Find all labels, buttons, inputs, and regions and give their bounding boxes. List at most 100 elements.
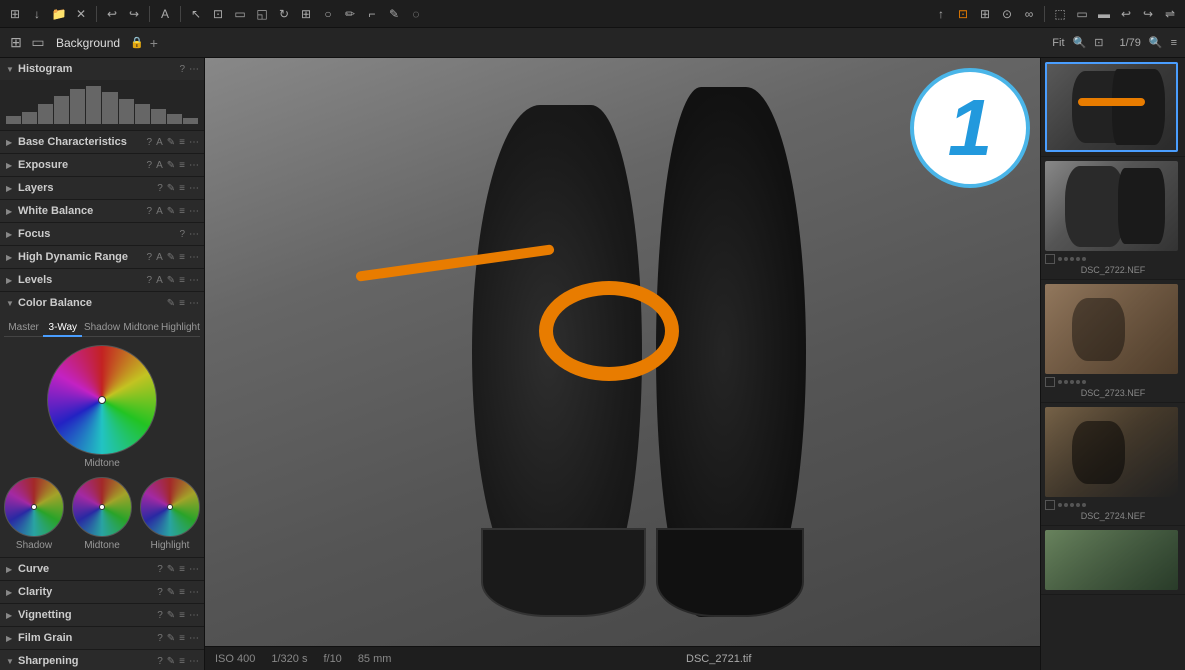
undo-icon[interactable]: ↩ — [103, 5, 121, 23]
panel-header-color-balance[interactable]: ▼ Color Balance ✎ ≡ ⋯ — [0, 292, 204, 314]
highlight-color-wheel[interactable] — [140, 477, 200, 537]
clarity-list-icon[interactable]: ≡ — [178, 587, 186, 598]
tab-master[interactable]: Master — [4, 320, 43, 337]
sharp-menu-icon[interactable]: ⋯ — [188, 656, 200, 667]
sharp-edit-icon[interactable]: ✎ — [166, 656, 176, 667]
folder-icon[interactable]: 📁 — [50, 5, 68, 23]
base-help-icon[interactable]: ? — [146, 137, 154, 148]
thumbnail-item-3[interactable]: DSC_2723.NEF — [1041, 280, 1185, 403]
hdr-A-icon[interactable]: A — [155, 252, 164, 263]
hdr-help-icon[interactable]: ? — [146, 252, 154, 263]
hdr-list-icon[interactable]: ≡ — [178, 252, 186, 263]
vignetting-edit-icon[interactable]: ✎ — [166, 610, 176, 621]
infinity-icon[interactable]: ∞ — [1020, 5, 1038, 23]
fg-list-icon[interactable]: ≡ — [178, 633, 186, 644]
layer-lock-icon[interactable]: 🔒 — [130, 36, 144, 49]
grid-icon[interactable]: ⊞ — [976, 5, 994, 23]
layers-edit-icon[interactable]: ✎ — [166, 183, 176, 194]
levels-menu-icon[interactable]: ⋯ — [188, 275, 200, 286]
base-edit-icon[interactable]: ✎ — [166, 137, 176, 148]
exposure-help-icon[interactable]: ? — [146, 160, 154, 171]
new-icon[interactable]: ⊞ — [6, 5, 24, 23]
wb-list-icon[interactable]: ≡ — [178, 206, 186, 217]
histogram-help-icon[interactable]: ? — [178, 64, 186, 75]
pencil-icon[interactable]: ✎ — [385, 5, 403, 23]
back-icon[interactable]: ↩ — [1117, 5, 1135, 23]
thumb-checkbox-3[interactable] — [1045, 377, 1055, 387]
layer-name[interactable]: Background — [56, 36, 120, 50]
brush-icon[interactable]: ⌐ — [363, 5, 381, 23]
cb-edit-icon[interactable]: ✎ — [166, 298, 176, 309]
monitor-icon[interactable]: ▭ — [1073, 5, 1091, 23]
panel-header-histogram[interactable]: ▼ Histogram ? ⋯ — [0, 58, 204, 80]
focus-help-icon[interactable]: ? — [178, 229, 186, 240]
tab-midtone[interactable]: Midtone — [122, 320, 161, 337]
curve-list-icon[interactable]: ≡ — [178, 564, 186, 575]
redo-icon[interactable]: ↪ — [125, 5, 143, 23]
curve-edit-icon[interactable]: ✎ — [166, 564, 176, 575]
circle-icon[interactable]: ○ — [319, 5, 337, 23]
levels-A-icon[interactable]: A — [155, 275, 164, 286]
exposure-A-icon[interactable]: A — [155, 160, 164, 171]
close-icon[interactable]: ✕ — [72, 5, 90, 23]
rotate-icon[interactable]: ↻ — [275, 5, 293, 23]
layers-help-icon[interactable]: ? — [156, 183, 164, 194]
sharp-list-icon[interactable]: ≡ — [178, 656, 186, 667]
base-menu-icon[interactable]: ⋯ — [188, 137, 200, 148]
exposure-edit-icon[interactable]: ✎ — [166, 160, 176, 171]
panel-header-film-grain[interactable]: ▶ Film Grain ? ✎ ≡ ⋯ — [0, 627, 204, 649]
sharp-help-icon[interactable]: ? — [156, 656, 164, 667]
panel-header-focus[interactable]: ▶ Focus ? ⋯ — [0, 223, 204, 245]
panel-header-white-balance[interactable]: ▶ White Balance ? A ✎ ≡ ⋯ — [0, 200, 204, 222]
text-icon[interactable]: A — [156, 5, 174, 23]
curve-help-icon[interactable]: ? — [156, 564, 164, 575]
cb-menu-icon[interactable]: ⋯ — [188, 298, 200, 309]
search-icon[interactable]: 🔍 — [1149, 36, 1163, 49]
crop-icon[interactable]: ⊡ — [209, 5, 227, 23]
pen-icon[interactable]: ✏ — [341, 5, 359, 23]
badge-icon[interactable]: ⊡ — [954, 5, 972, 23]
panel-header-clarity[interactable]: ▶ Clarity ? ✎ ≡ ⋯ — [0, 581, 204, 603]
panel-header-layers[interactable]: ▶ Layers ? ✎ ≡ ⋯ — [0, 177, 204, 199]
tab-highlight[interactable]: Highlight — [161, 320, 200, 337]
wb-A-icon[interactable]: A — [155, 206, 164, 217]
lines-icon[interactable]: ⊞ — [297, 5, 315, 23]
fg-edit-icon[interactable]: ✎ — [166, 633, 176, 644]
eraser-icon[interactable]: ◌ — [407, 5, 425, 23]
open-icon[interactable]: ↓ — [28, 5, 46, 23]
select-icon[interactable]: ↖ — [187, 5, 205, 23]
exposure-list-icon[interactable]: ≡ — [178, 160, 186, 171]
levels-help-icon[interactable]: ? — [146, 275, 154, 286]
panel-header-levels[interactable]: ▶ Levels ? A ✎ ≡ ⋯ — [0, 269, 204, 291]
thumb-checkbox-2[interactable] — [1045, 254, 1055, 264]
layer-add-icon[interactable]: + — [150, 35, 158, 51]
levels-edit-icon[interactable]: ✎ — [166, 275, 176, 286]
thumbnail-item-4[interactable]: DSC_2724.NEF — [1041, 403, 1185, 526]
thumbnail-item-5[interactable] — [1041, 526, 1185, 595]
panel-icon[interactable]: ▬ — [1095, 5, 1113, 23]
master-color-wheel[interactable] — [47, 345, 157, 455]
thumbnail-item-2[interactable]: DSC_2722.NEF — [1041, 157, 1185, 280]
upload-icon[interactable]: ↑ — [932, 5, 950, 23]
grid-mode-icon[interactable]: ⊞ — [8, 35, 24, 51]
vignetting-list-icon[interactable]: ≡ — [178, 610, 186, 621]
single-mode-icon[interactable]: ▭ — [30, 35, 46, 51]
panel-header-sharpening[interactable]: ▼ Sharpening ? ✎ ≡ ⋯ — [0, 650, 204, 670]
panel-header-exposure[interactable]: ▶ Exposure ? A ✎ ≡ ⋯ — [0, 154, 204, 176]
tab-shadow[interactable]: Shadow — [82, 320, 121, 337]
cb-list-icon[interactable]: ≡ — [178, 298, 186, 309]
fg-menu-icon[interactable]: ⋯ — [188, 633, 200, 644]
curve-menu-icon[interactable]: ⋯ — [188, 564, 200, 575]
panel-header-base-characteristics[interactable]: ▶ Base Characteristics ? A ✎ ≡ ⋯ — [0, 131, 204, 153]
vignetting-menu-icon[interactable]: ⋯ — [188, 610, 200, 621]
levels-list-icon[interactable]: ≡ — [178, 275, 186, 286]
hdr-menu-icon[interactable]: ⋯ — [188, 252, 200, 263]
square-icon[interactable]: ▭ — [231, 5, 249, 23]
shadow-color-wheel[interactable] — [4, 477, 64, 537]
hdr-edit-icon[interactable]: ✎ — [166, 252, 176, 263]
panel-header-vignetting[interactable]: ▶ Vignetting ? ✎ ≡ ⋯ — [0, 604, 204, 626]
forward-icon[interactable]: ↪ — [1139, 5, 1157, 23]
fg-help-icon[interactable]: ? — [156, 633, 164, 644]
midtone-color-wheel[interactable] — [72, 477, 132, 537]
wb-menu-icon[interactable]: ⋯ — [188, 206, 200, 217]
